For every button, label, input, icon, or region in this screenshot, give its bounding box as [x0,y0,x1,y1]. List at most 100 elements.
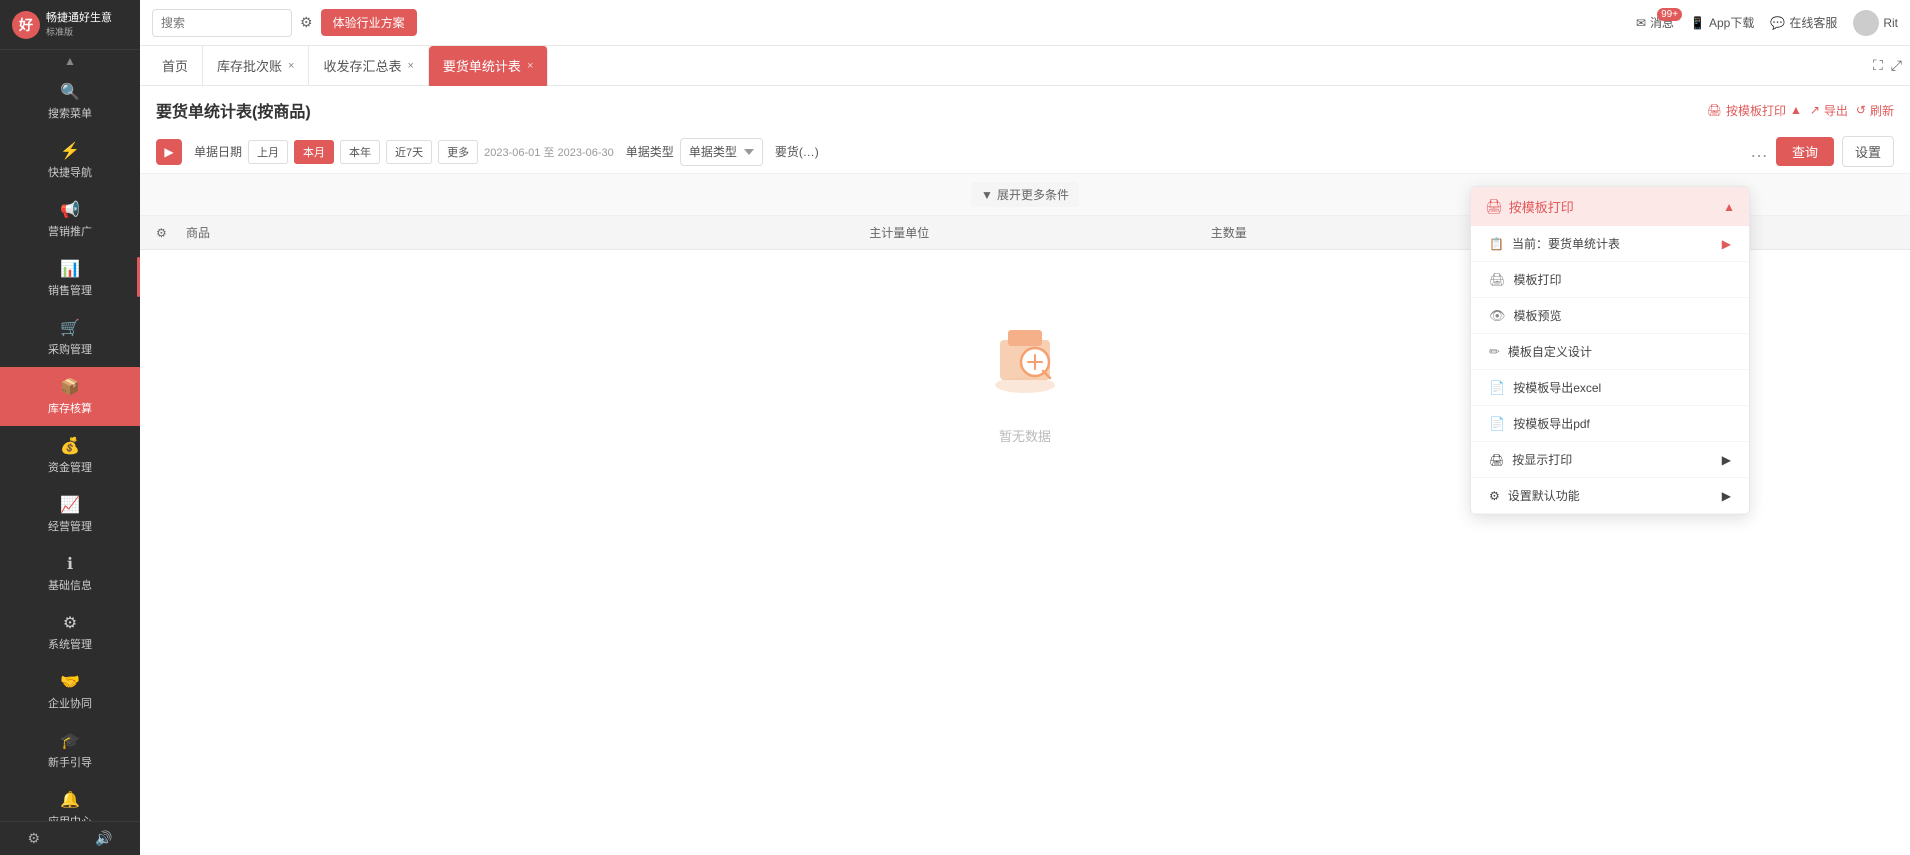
system-label: 系统管理 [48,636,92,652]
tab-close-purchase-stats[interactable]: × [527,60,533,72]
tab-home[interactable]: 首页 [148,46,203,86]
template-preview-icon: 👁 [1489,308,1506,324]
type-filter-group: 单据类型 单据类型 [626,138,763,166]
expand-more-btn[interactable]: ▼ 展开更多条件 [971,182,1079,207]
scroll-up-btn[interactable]: ▲ [0,50,140,72]
filter-toggle-btn[interactable]: ▶ [156,139,182,165]
dropdown-header[interactable]: 🖨 按模板打印 ▲ [1471,187,1749,226]
set-default-icon: ⚙ [1489,489,1500,503]
date-7days-btn[interactable]: 近7天 [386,140,432,164]
header-left: ⚙ 体验行业方案 [152,9,417,37]
tab-purchase-stats[interactable]: 要货单统计表 × [429,46,548,86]
gear-icon[interactable]: ⚙ [300,14,313,31]
tabs-bar: 首页 库存批次账 × 收发存汇总表 × 要货单统计表 × ⛶ ⤢ [140,46,1910,86]
sidebar-item-search[interactable]: 🔍 搜索菜单 [0,72,140,131]
date-this-month-btn[interactable]: 本月 [294,140,334,164]
sidebar: 好 畅捷通好生意 标准版 ▲ 🔍 搜索菜单 ⚡ 快捷导航 📢 营销推广 📊 销售… [0,0,140,855]
set-default-label-wrap: ⚙ 设置默认功能 [1489,487,1580,504]
display-print-label-wrap: 🖨 按显示打印 [1489,451,1572,468]
basic-info-icon: ℹ [67,554,73,574]
export-excel-icon: 📄 [1489,380,1505,396]
app-center-label: 应用中心 [48,813,92,821]
tab-inventory-batch[interactable]: 库存批次账 × [203,46,309,86]
th-check: ⚙ [156,226,186,240]
sidebar-item-sales[interactable]: 📊 销售管理 [0,249,140,308]
purchase-label: 采购管理 [48,341,92,357]
search-label: 搜索菜单 [48,105,92,121]
export-icon: ↗ [1810,103,1820,117]
tab-collect-summary[interactable]: 收发存汇总表 × [309,46,428,86]
tab-close-inventory-batch[interactable]: × [288,60,294,72]
cooperation-label: 企业协同 [48,695,92,711]
sidebar-item-marketing[interactable]: 📢 营销推广 [0,190,140,249]
goods-filter-group: 要货(…) [775,143,819,160]
sidebar-item-finance[interactable]: 💰 资金管理 [0,426,140,485]
export-excel-item[interactable]: 📄 按模板导出excel [1471,370,1749,406]
settings-icon[interactable]: ⚙ [28,830,41,847]
display-print-chevron: ▶ [1722,453,1731,467]
template-design-item[interactable]: ✏ 模板自定义设计 [1471,334,1749,370]
sidebar-item-inventory[interactable]: 📦 库存核算 [0,367,140,426]
search-icon: 🔍 [60,82,80,102]
date-filter-group: 单据日期 上月 本月 本年 近7天 更多 2023-06-01 至 2023-0… [194,140,614,164]
download-icon: 📱 [1690,16,1705,30]
tab-restore-btn[interactable]: ⛶ [1873,57,1883,74]
date-prev-month-btn[interactable]: 上月 [248,140,288,164]
message-btn[interactable]: ✉ 消息 99+ [1636,14,1674,31]
date-more-btn[interactable]: 更多 [438,140,478,164]
tab-close-collect-summary[interactable]: × [407,60,413,72]
inventory-icon: 📦 [60,377,80,397]
sidebar-item-app-center[interactable]: 🔔 应用中心 [0,780,140,821]
sidebar-item-guide[interactable]: 🎓 新手引导 [0,721,140,780]
print-template-btn[interactable]: 🖨 按模板打印 ▲ [1707,102,1802,119]
app-center-icon: 🔔 [60,790,80,810]
type-filter-select[interactable]: 单据类型 [680,138,763,166]
current-template-item[interactable]: 📋 当前：要货单统计表 ▶ [1471,226,1749,262]
export-pdf-item[interactable]: 📄 按模板导出pdf [1471,406,1749,442]
message-icon: ✉ [1636,16,1646,30]
header-right: ✉ 消息 99+ 📱 App下载 💬 在线客服 Rit [1636,10,1898,36]
inventory-label: 库存核算 [48,400,92,416]
set-default-item[interactable]: ⚙ 设置默认功能 ▶ [1471,478,1749,514]
current-template-chevron: ▶ [1722,237,1731,251]
sidebar-item-basic-info[interactable]: ℹ 基础信息 [0,544,140,603]
page-title-bar: 要货单统计表(按商品) 🖨 按模板打印 ▲ ↗ 导出 ↺ 刷新 [140,86,1910,130]
filter-bar: ▶ 单据日期 上月 本月 本年 近7天 更多 2023-06-01 至 2023… [140,130,1910,174]
query-btn[interactable]: 查询 [1776,137,1834,166]
refresh-icon: ↺ [1856,103,1866,117]
current-template-label-wrap: 📋 当前：要货单统计表 [1489,235,1620,252]
avatar-btn[interactable]: Rit [1853,10,1898,36]
guide-label: 新手引导 [48,754,92,770]
template-print-item[interactable]: 🖨 模板打印 [1471,262,1749,298]
page-content: 要货单统计表(按商品) 🖨 按模板打印 ▲ ↗ 导出 ↺ 刷新 ▶ [140,86,1910,855]
sidebar-item-quick-nav[interactable]: ⚡ 快捷导航 [0,131,140,190]
refresh-btn[interactable]: ↺ 刷新 [1856,102,1894,119]
chevron-down-icon: ▼ [981,188,993,202]
set-default-chevron: ▶ [1722,489,1731,503]
display-print-item[interactable]: 🖨 按显示打印 ▶ [1471,442,1749,478]
search-input[interactable] [152,9,292,37]
dropdown-title: 🖨 按模板打印 [1485,197,1574,216]
sidebar-item-operations[interactable]: 📈 经营管理 [0,485,140,544]
online-service-btn[interactable]: 💬 在线客服 [1770,14,1837,31]
date-range-text: 2023-06-01 至 2023-06-30 [484,144,614,160]
sales-label: 销售管理 [48,282,92,298]
system-icon: ⚙ [63,613,77,633]
export-btn[interactable]: ↗ 导出 [1810,102,1848,119]
sidebar-item-purchase[interactable]: 🛒 采购管理 [0,308,140,367]
settings-col-icon[interactable]: ⚙ [156,226,167,240]
template-preview-item[interactable]: 👁 模板预览 [1471,298,1749,334]
date-this-year-btn[interactable]: 本年 [340,140,380,164]
dropdown-chevron-icon: ▲ [1723,200,1735,214]
more-options-icon[interactable]: … [1750,141,1768,162]
volume-icon[interactable]: 🔊 [95,830,112,847]
settings-filter-btn[interactable]: 设置 [1842,136,1894,167]
main-area: ⚙ 体验行业方案 ✉ 消息 99+ 📱 App下载 💬 在线客服 Rit [140,0,1910,855]
trial-btn[interactable]: 体验行业方案 [321,9,417,36]
sidebar-item-system[interactable]: ⚙ 系统管理 [0,603,140,662]
app-download-btn[interactable]: 📱 App下载 [1690,14,1754,31]
logo-icon: 好 [12,11,40,39]
sidebar-item-cooperation[interactable]: 🤝 企业协同 [0,662,140,721]
quick-nav-label: 快捷导航 [48,164,92,180]
tab-expand-btn[interactable]: ⤢ [1891,57,1902,74]
